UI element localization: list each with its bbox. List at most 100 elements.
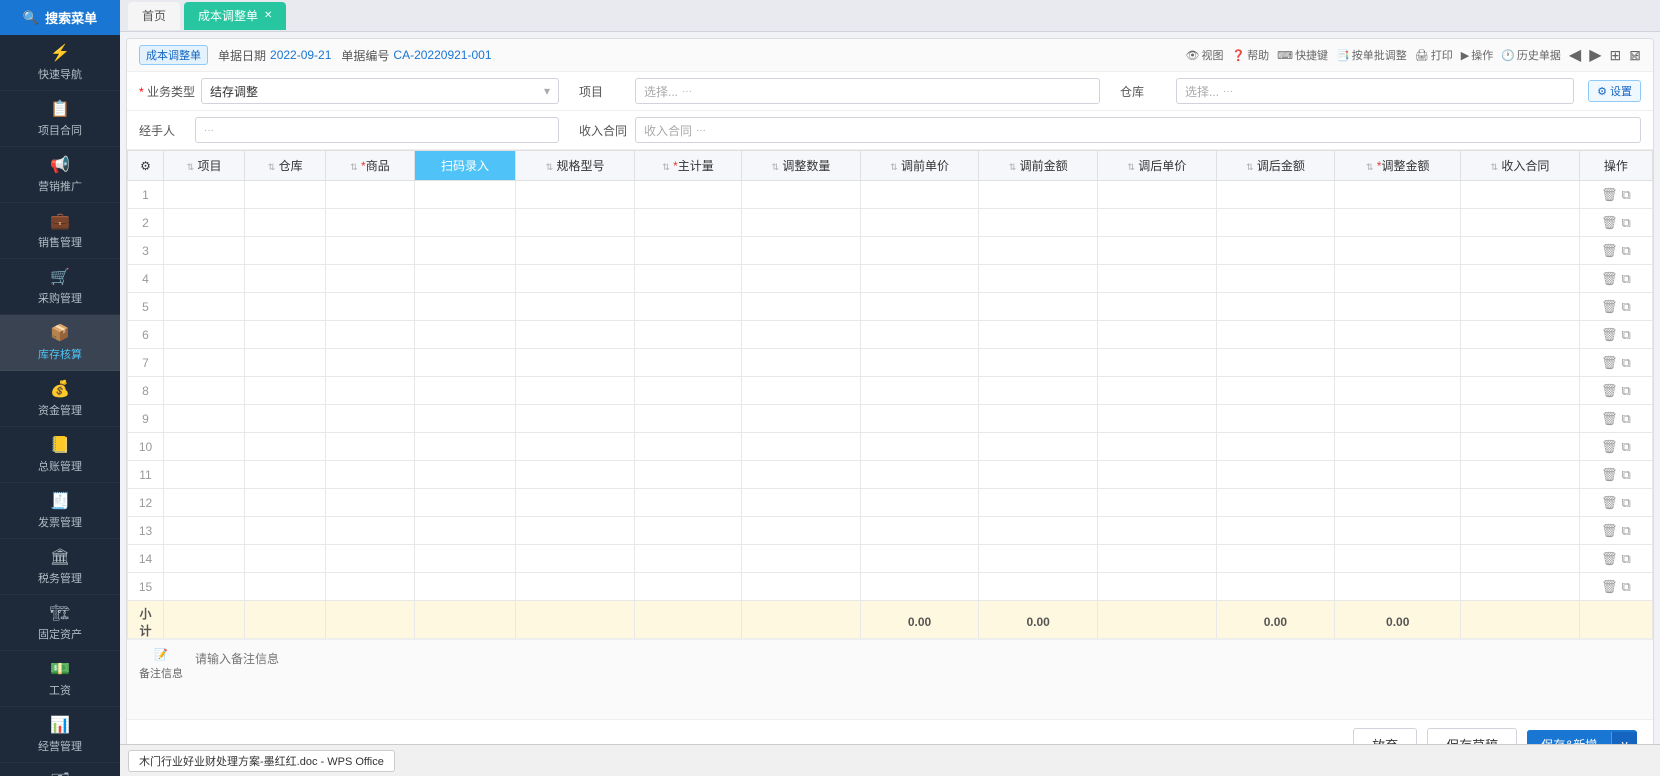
- copy-row-icon[interactable]: ⧉: [1622, 243, 1631, 259]
- project-cell[interactable]: [164, 517, 245, 545]
- goods-cell[interactable]: [326, 209, 414, 237]
- after-unit-price-cell[interactable]: [1097, 237, 1216, 265]
- delete-row-icon[interactable]: 🗑: [1601, 187, 1618, 203]
- warehouse-cell[interactable]: [245, 237, 326, 265]
- adj-amount-cell[interactable]: [1335, 181, 1461, 209]
- adj-qty-cell[interactable]: [742, 405, 861, 433]
- sidebar-item-invoice-mgmt[interactable]: 🧾 发票管理: [0, 483, 120, 539]
- warehouse-cell[interactable]: [245, 545, 326, 573]
- project-cell[interactable]: [164, 573, 245, 601]
- unit-cell[interactable]: [634, 237, 741, 265]
- adj-qty-cell[interactable]: [742, 321, 861, 349]
- after-unit-price-cell[interactable]: [1097, 209, 1216, 237]
- project-cell[interactable]: [164, 349, 245, 377]
- adj-amount-cell[interactable]: [1335, 237, 1461, 265]
- project-cell[interactable]: [164, 545, 245, 573]
- taskbar-item[interactable]: 木门行业好业财处理方案-墨红红.doc - WPS Office: [128, 750, 395, 772]
- sidebar-item-project-contract[interactable]: 📋 项目合同: [0, 91, 120, 147]
- adj-amount-cell[interactable]: [1335, 461, 1461, 489]
- prev-amount-cell[interactable]: [979, 237, 1098, 265]
- prev-unit-price-cell[interactable]: [860, 517, 979, 545]
- sidebar-item-ledger-mgmt[interactable]: 📒 总账管理: [0, 427, 120, 483]
- prev-amount-cell[interactable]: [979, 181, 1098, 209]
- adj-amount-cell[interactable]: [1335, 545, 1461, 573]
- adj-amount-cell[interactable]: [1335, 433, 1461, 461]
- income-contract-cell[interactable]: [1461, 545, 1580, 573]
- unit-cell[interactable]: [634, 461, 741, 489]
- prev-amount-cell[interactable]: [979, 461, 1098, 489]
- prev-unit-price-cell[interactable]: [860, 265, 979, 293]
- prev-unit-price-cell[interactable]: [860, 405, 979, 433]
- sidebar-item-sales-promo[interactable]: 📢 营销推广: [0, 147, 120, 203]
- delete-row-icon[interactable]: 🗑: [1601, 215, 1618, 231]
- warehouse-cell[interactable]: [245, 181, 326, 209]
- goods-cell[interactable]: [326, 377, 414, 405]
- unit-cell[interactable]: [634, 293, 741, 321]
- unit-cell[interactable]: [634, 517, 741, 545]
- prev-unit-price-cell[interactable]: [860, 181, 979, 209]
- sidebar-item-ops-mgmt[interactable]: 📊 经营管理: [0, 707, 120, 763]
- project-cell[interactable]: [164, 489, 245, 517]
- copy-row-icon[interactable]: ⧉: [1622, 327, 1631, 343]
- delete-row-icon[interactable]: 🗑: [1601, 467, 1618, 483]
- toolbar-shortcuts-btn[interactable]: ⌨ 快捷键: [1277, 47, 1328, 63]
- sidebar-item-sales-mgmt[interactable]: 💼 销售管理: [0, 203, 120, 259]
- after-amount-cell[interactable]: [1216, 517, 1335, 545]
- warehouse-cell[interactable]: [245, 265, 326, 293]
- unit-cell[interactable]: [634, 265, 741, 293]
- scan-input-cell[interactable]: [414, 293, 516, 321]
- goods-cell[interactable]: [326, 181, 414, 209]
- spec-type-cell[interactable]: [516, 209, 635, 237]
- project-cell[interactable]: [164, 237, 245, 265]
- sidebar-search[interactable]: 🔍 搜索菜单: [0, 0, 120, 35]
- tab-close-icon[interactable]: ✕: [264, 2, 272, 30]
- scan-input-cell[interactable]: [414, 433, 516, 461]
- warehouse-cell[interactable]: [245, 293, 326, 321]
- project-cell[interactable]: [164, 405, 245, 433]
- income-contract-cell[interactable]: [1461, 489, 1580, 517]
- prev-amount-cell[interactable]: [979, 349, 1098, 377]
- unit-cell[interactable]: [634, 349, 741, 377]
- nav-prev-btn[interactable]: ◀: [1569, 45, 1581, 65]
- prev-amount-cell[interactable]: [979, 265, 1098, 293]
- after-unit-price-cell[interactable]: [1097, 489, 1216, 517]
- toolbar-operations-btn[interactable]: ▶ 操作: [1461, 47, 1493, 63]
- income-contract-cell[interactable]: [1461, 265, 1580, 293]
- prev-unit-price-cell[interactable]: [860, 545, 979, 573]
- copy-row-icon[interactable]: ⧉: [1622, 523, 1631, 539]
- delete-row-icon[interactable]: 🗑: [1601, 355, 1618, 371]
- prev-unit-price-cell[interactable]: [860, 349, 979, 377]
- after-unit-price-cell[interactable]: [1097, 517, 1216, 545]
- prev-unit-price-cell[interactable]: [860, 321, 979, 349]
- delete-row-icon[interactable]: 🗑: [1601, 299, 1618, 315]
- settings-button[interactable]: ⚙ 设置: [1588, 80, 1641, 102]
- project-cell[interactable]: [164, 461, 245, 489]
- toolbar-help-btn[interactable]: ❓ 帮助: [1231, 47, 1269, 63]
- warehouse-input[interactable]: 选择... ···: [1176, 78, 1574, 104]
- prev-unit-price-cell[interactable]: [860, 237, 979, 265]
- project-cell[interactable]: [164, 321, 245, 349]
- copy-row-icon[interactable]: ⧉: [1622, 299, 1631, 315]
- goods-cell[interactable]: [326, 517, 414, 545]
- goods-cell[interactable]: [326, 349, 414, 377]
- adj-qty-cell[interactable]: [742, 545, 861, 573]
- after-unit-price-cell[interactable]: [1097, 349, 1216, 377]
- goods-cell[interactable]: [326, 573, 414, 601]
- spec-type-cell[interactable]: [516, 405, 635, 433]
- after-amount-cell[interactable]: [1216, 237, 1335, 265]
- spec-type-cell[interactable]: [516, 573, 635, 601]
- copy-row-icon[interactable]: ⧉: [1622, 271, 1631, 287]
- adj-amount-cell[interactable]: [1335, 377, 1461, 405]
- prev-unit-price-cell[interactable]: [860, 377, 979, 405]
- adj-amount-cell[interactable]: [1335, 573, 1461, 601]
- prev-unit-price-cell[interactable]: [860, 461, 979, 489]
- spec-type-cell[interactable]: [516, 293, 635, 321]
- income-contract-input[interactable]: 收入合同 ···: [635, 117, 1641, 143]
- col-scan-input[interactable]: 扫码录入: [414, 151, 516, 181]
- goods-cell[interactable]: [326, 433, 414, 461]
- spec-type-cell[interactable]: [516, 461, 635, 489]
- warehouse-cell[interactable]: [245, 489, 326, 517]
- goods-cell[interactable]: [326, 545, 414, 573]
- after-amount-cell[interactable]: [1216, 349, 1335, 377]
- spec-type-cell[interactable]: [516, 545, 635, 573]
